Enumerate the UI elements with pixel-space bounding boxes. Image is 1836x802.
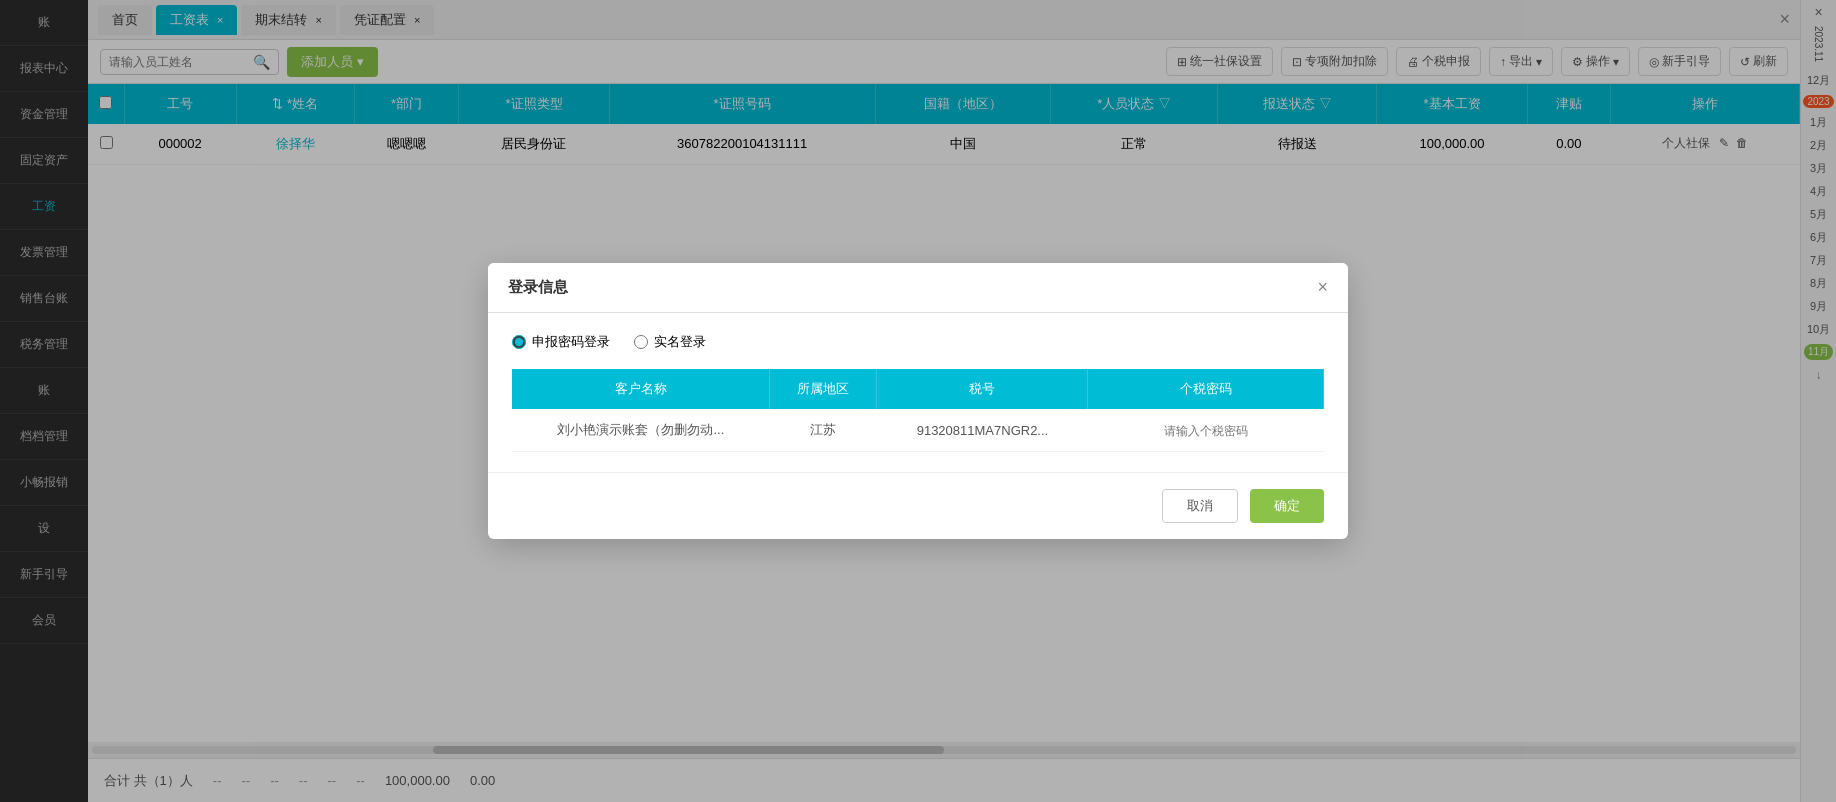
region-cell: 江苏 [770,409,877,452]
client-name-cell: 刘小艳演示账套（勿删勿动... [512,409,770,452]
modal-overlay: 登录信息 × 申报密码登录 实名登录 客户名称 所属地区 [0,0,1836,802]
login-info-modal: 登录信息 × 申报密码登录 实名登录 客户名称 所属地区 [488,263,1348,539]
modal-title: 登录信息 [508,278,568,297]
radio-realname[interactable] [634,335,648,349]
col-tax-id: 税号 [877,369,1088,409]
modal-footer: 取消 确定 [488,472,1348,539]
col-client-name: 客户名称 [512,369,770,409]
client-table: 客户名称 所属地区 税号 个税密码 刘小艳演示账套（勿删勿动... 江苏 913… [512,369,1324,452]
client-table-header: 客户名称 所属地区 税号 个税密码 [512,369,1324,409]
tax-id-cell: 91320811MA7NGR2... [877,409,1088,452]
radio-password-text: 申报密码登录 [532,333,610,351]
modal-header: 登录信息 × [488,263,1348,313]
modal-body: 申报密码登录 实名登录 客户名称 所属地区 税号 个税密码 [488,313,1348,472]
modal-close-button[interactable]: × [1317,277,1328,298]
confirm-button[interactable]: 确定 [1250,489,1324,523]
radio-realname-label[interactable]: 实名登录 [634,333,706,351]
login-type-group: 申报密码登录 实名登录 [512,333,1324,351]
cancel-button[interactable]: 取消 [1162,489,1238,523]
password-cell[interactable] [1088,409,1324,452]
col-region: 所属地区 [770,369,877,409]
password-input[interactable] [1102,424,1310,438]
client-table-row: 刘小艳演示账套（勿删勿动... 江苏 91320811MA7NGR2... [512,409,1324,452]
radio-password-label[interactable]: 申报密码登录 [512,333,610,351]
radio-realname-text: 实名登录 [654,333,706,351]
radio-password[interactable] [512,335,526,349]
col-password: 个税密码 [1088,369,1324,409]
